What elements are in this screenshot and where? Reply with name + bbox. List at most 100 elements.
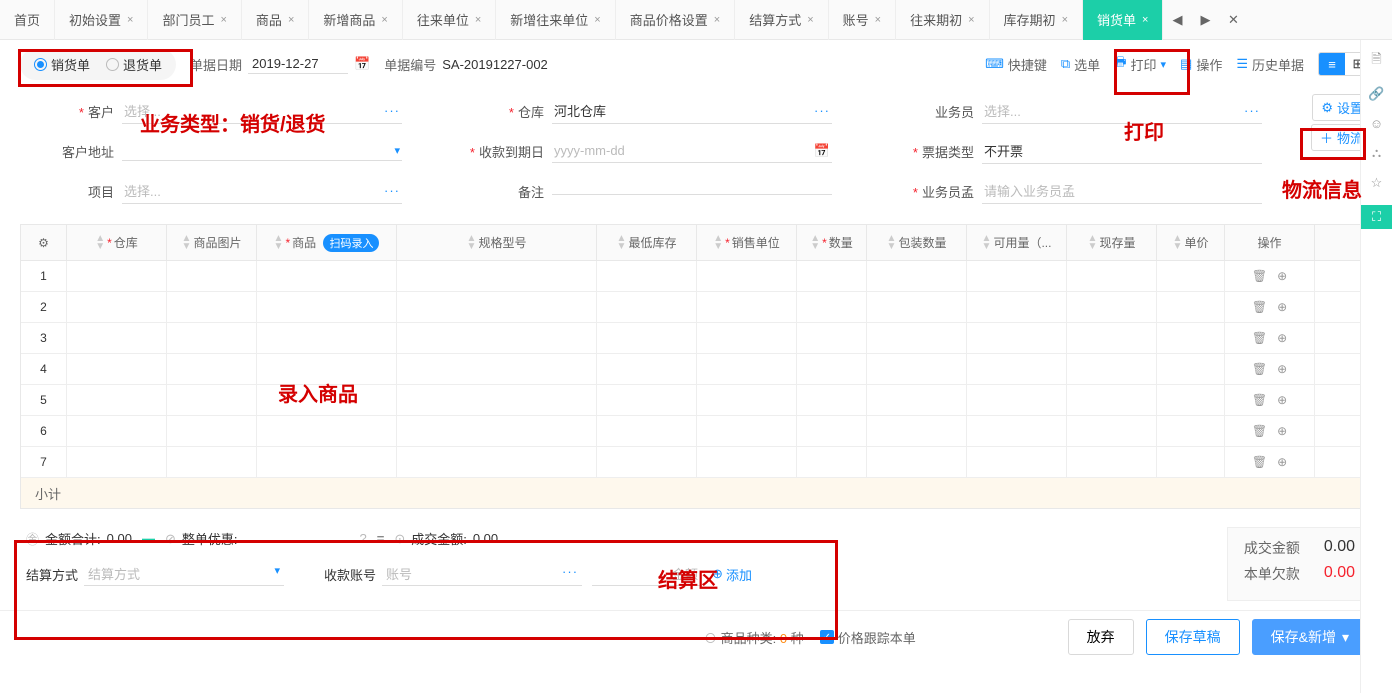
amount-input[interactable]: 金额 <box>592 562 702 586</box>
salesman-meng-input[interactable]: 请输入业务员孟 <box>982 178 1262 204</box>
table-row[interactable]: 6🗑⊕ <box>21 416 1371 447</box>
rail-team-icon[interactable]: ⛬ <box>1372 145 1381 161</box>
price-track-checkbox[interactable]: ✓价格跟踪本单 <box>820 628 916 647</box>
info-icon: ⊙ <box>704 631 717 646</box>
discard-button[interactable]: 放弃 <box>1068 619 1134 655</box>
table-row[interactable]: 2🗑⊕ <box>21 292 1371 323</box>
close-icon[interactable]: × <box>220 14 226 26</box>
more-icon[interactable]: ··· <box>384 103 400 118</box>
add-row-icon[interactable]: ⊕ <box>1277 331 1287 345</box>
shortcut-button[interactable]: ⌨快捷键 <box>985 55 1047 74</box>
col-settings[interactable]: ⚙ <box>21 225 67 260</box>
tab-prev[interactable]: ◀ <box>1163 0 1191 40</box>
delete-icon[interactable]: 🗑 <box>1252 455 1267 469</box>
account-input[interactable]: 账号··· <box>382 562 582 586</box>
close-icon[interactable]: × <box>594 14 600 26</box>
tab-dept-staff[interactable]: 部门员工× <box>148 0 241 40</box>
copy-icon: ⧉ <box>1061 56 1070 72</box>
more-icon[interactable]: ··· <box>562 564 578 583</box>
date-input[interactable]: 2019-12-27 <box>248 54 348 74</box>
tab-account[interactable]: 账号× <box>829 0 896 40</box>
calendar-icon[interactable]: 📅 <box>354 56 370 72</box>
add-row-icon[interactable]: ⊕ <box>1277 455 1287 469</box>
table-row[interactable]: 1🗑⊕ <box>21 261 1371 292</box>
order-items-table: ⚙ ▲▼*仓库 ▲▼商品图片 ▲▼*商品 扫码录入 ▲▼规格型号 ▲▼最低库存 … <box>20 224 1372 509</box>
close-icon[interactable]: × <box>127 14 133 26</box>
tab-contact-init[interactable]: 往来期初× <box>896 0 989 40</box>
close-icon[interactable]: × <box>381 14 387 26</box>
tab-price-settings[interactable]: 商品价格设置× <box>616 0 735 40</box>
scan-badge[interactable]: 扫码录入 <box>323 234 379 252</box>
view-list-button[interactable]: ≡ <box>1319 53 1345 75</box>
tab-home[interactable]: 首页 <box>0 0 55 40</box>
rail-doc-icon[interactable]: 🗎 <box>1371 50 1381 72</box>
select-order-button[interactable]: ⧉选单 <box>1061 55 1100 74</box>
add-row-icon[interactable]: ⊕ <box>1277 269 1287 283</box>
delete-icon[interactable]: 🗑 <box>1252 300 1267 314</box>
rail-link-icon[interactable]: 🔗 <box>1368 86 1384 102</box>
history-button[interactable]: ☰历史单据 <box>1236 55 1304 74</box>
close-icon[interactable]: × <box>968 14 974 26</box>
calendar-icon[interactable]: 📅 <box>814 143 830 159</box>
customer-label: 客户 <box>30 102 114 121</box>
salesman-input[interactable]: 选择...··· <box>982 98 1262 124</box>
radio-return[interactable]: 退货单 <box>100 53 168 76</box>
rail-expand-icon[interactable]: ⛶ <box>1361 205 1392 229</box>
chevron-down-icon: ▾ <box>1160 58 1166 71</box>
add-settlement-button[interactable]: ⊕添加 <box>712 565 752 584</box>
tab-init-settings[interactable]: 初始设置× <box>55 0 148 40</box>
table-row[interactable]: 3🗑⊕ <box>21 323 1371 354</box>
radio-sale[interactable]: 销货单 <box>28 53 96 76</box>
close-icon[interactable]: × <box>807 14 813 26</box>
customer-input[interactable]: 选择...··· <box>122 98 402 124</box>
rail-star-icon[interactable]: ☆ <box>1371 175 1383 191</box>
delete-icon[interactable]: 🗑 <box>1252 424 1267 438</box>
tab-sales-order[interactable]: 销货单× <box>1083 0 1163 40</box>
table-row[interactable]: 5🗑⊕ <box>21 385 1371 416</box>
warehouse-input[interactable]: 河北仓库··· <box>552 98 832 124</box>
remark-input[interactable] <box>552 188 832 195</box>
table-row[interactable]: 7🗑⊕ <box>21 447 1371 478</box>
close-icon[interactable]: × <box>1142 14 1148 26</box>
chevron-down-icon[interactable]: ▾ <box>274 564 280 583</box>
save-draft-button[interactable]: 保存草稿 <box>1146 619 1240 655</box>
close-icon[interactable]: × <box>475 14 481 26</box>
delete-icon[interactable]: 🗑 <box>1252 331 1267 345</box>
receive-due-input[interactable]: yyyy-mm-dd📅 <box>552 140 832 163</box>
tab-new-contact[interactable]: 新增往来单位× <box>496 0 615 40</box>
operate-button[interactable]: ▤操作 <box>1180 55 1222 74</box>
tab-settlement-method[interactable]: 结算方式× <box>735 0 828 40</box>
add-row-icon[interactable]: ⊕ <box>1277 393 1287 407</box>
rail-user-icon[interactable]: ☺ <box>1370 116 1383 131</box>
tab-new-product[interactable]: 新增商品× <box>309 0 402 40</box>
more-icon[interactable]: ··· <box>384 183 400 198</box>
ticket-type-input[interactable]: 不开票 <box>982 138 1262 164</box>
delete-icon[interactable]: 🗑 <box>1252 269 1267 283</box>
project-input[interactable]: 选择...··· <box>122 178 402 204</box>
tab-products[interactable]: 商品× <box>242 0 309 40</box>
more-icon[interactable]: ··· <box>1244 103 1260 118</box>
close-icon[interactable]: × <box>1062 14 1068 26</box>
help-icon[interactable]: ? <box>359 531 366 546</box>
settlement-method-input[interactable]: 结算方式▾ <box>84 562 284 586</box>
tab-contacts[interactable]: 往来单位× <box>403 0 496 40</box>
close-icon[interactable]: × <box>288 14 294 26</box>
chevron-down-icon[interactable]: ▾ <box>394 144 400 157</box>
close-icon[interactable]: × <box>714 14 720 26</box>
close-icon[interactable]: × <box>875 14 881 26</box>
save-new-button[interactable]: 保存&新增▾ <box>1252 619 1368 655</box>
tab-next[interactable]: ▶ <box>1191 0 1219 40</box>
kinds-count: 0 <box>780 631 787 646</box>
discount-input[interactable] <box>243 536 353 541</box>
tab-close-all[interactable]: ✕ <box>1219 0 1247 40</box>
add-row-icon[interactable]: ⊕ <box>1277 362 1287 376</box>
delete-icon[interactable]: 🗑 <box>1252 362 1267 376</box>
table-row[interactable]: 4🗑⊕ <box>21 354 1371 385</box>
cust-addr-input[interactable]: ▾ <box>122 141 402 161</box>
add-row-icon[interactable]: ⊕ <box>1277 300 1287 314</box>
print-button[interactable]: 🖶打印▾ <box>1114 53 1166 75</box>
tab-stock-init[interactable]: 库存期初× <box>990 0 1083 40</box>
add-row-icon[interactable]: ⊕ <box>1277 424 1287 438</box>
more-icon[interactable]: ··· <box>814 103 830 118</box>
delete-icon[interactable]: 🗑 <box>1252 393 1267 407</box>
